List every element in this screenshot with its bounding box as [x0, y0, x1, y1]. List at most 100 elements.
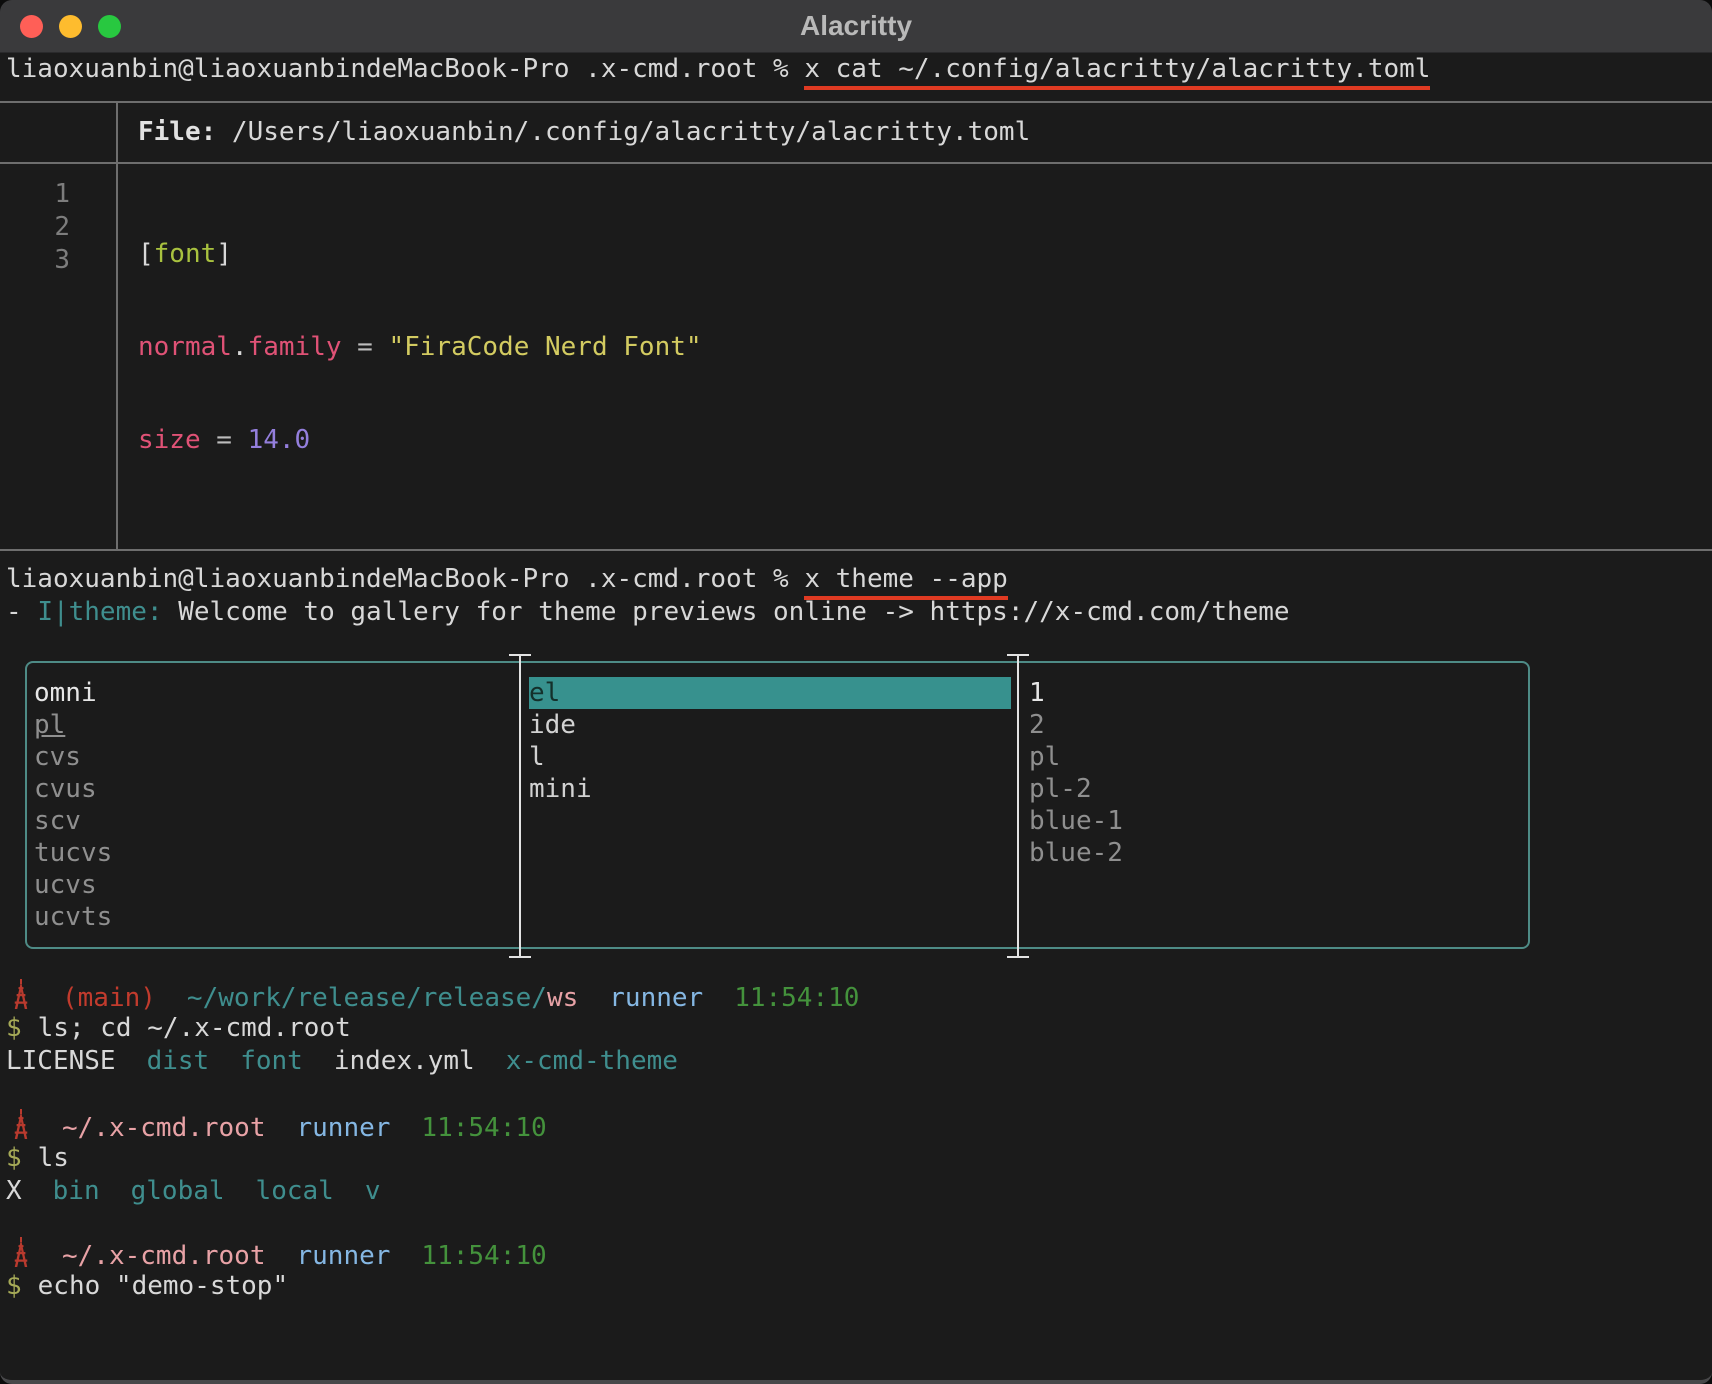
cwd-path: ~/.x-cmd.root: [62, 1241, 266, 1271]
theme-item-2[interactable]: 2: [1029, 709, 1528, 741]
ls-output: LICENSE dist font index.yml x-cmd-theme: [0, 1045, 1712, 1078]
ls-entry-dir: bin: [52, 1176, 100, 1206]
titlebar[interactable]: Alacritty: [0, 0, 1712, 53]
selector-column-variants: el ide l mini: [521, 663, 1019, 947]
theme-item-blue-1[interactable]: blue-1: [1029, 805, 1528, 837]
ls-entry-file: LICENSE: [6, 1046, 116, 1076]
ls-output: Xbin global local v: [0, 1175, 1712, 1208]
dot: .: [231, 332, 248, 362]
theme-item-cvus[interactable]: cvus: [34, 773, 521, 805]
bat-line-numbers: 1 2 3: [0, 164, 118, 549]
toml-key: normal: [138, 332, 232, 362]
shell-command: ls; cd ~/.x-cmd.root: [37, 1013, 351, 1043]
theme-item-tucvs[interactable]: tucvs: [34, 837, 521, 869]
ls-entry-file: X: [6, 1176, 22, 1206]
theme-item-l[interactable]: l: [529, 741, 1019, 773]
toml-key: size: [138, 425, 201, 455]
theme-item-1[interactable]: 1: [1029, 677, 1528, 709]
selector-column-versions: 1 2 pl pl-2 blue-1 blue-2: [1019, 663, 1528, 947]
shell-command-line: $ ls: [0, 1142, 1712, 1175]
prompt-line-2: liaoxuanbin@liaoxuanbindeMacBook-Pro .x-…: [0, 563, 1712, 600]
bat-header: File: /Users/liaoxuanbin/.config/alacrit…: [0, 103, 1712, 164]
bat-header-body: File: /Users/liaoxuanbin/.config/alacrit…: [118, 103, 1030, 162]
timestamp: 11:54:10: [421, 1113, 547, 1143]
prompt-symbol: $: [6, 1013, 22, 1043]
shell-command: echo "demo-stop": [37, 1271, 289, 1301]
bat-code-body: [font] normal.family = "FiraCode Nerd Fo…: [118, 164, 702, 549]
shell-prompt: ~/.x-cmd.root runner 11:54:10: [0, 1237, 1712, 1271]
selector-column-families: omni pl cvs cvus scv tucvs ucvs ucvts: [27, 663, 521, 947]
prompt-host: liaoxuanbin@liaoxuanbindeMacBook-Pro .x-…: [6, 54, 805, 84]
ls-entry-file: index.yml: [333, 1046, 475, 1076]
toml-number: 14.0: [247, 425, 311, 455]
line-number: 2: [54, 212, 70, 242]
bracket: ]: [216, 239, 232, 269]
theme-label: I|theme:: [37, 597, 163, 627]
shell-command-line: $ echo "demo-stop": [0, 1270, 1712, 1303]
theme-item-ide[interactable]: ide: [529, 709, 1019, 741]
ls-entry-dir: dist: [146, 1046, 210, 1076]
line-number: 1: [54, 179, 70, 209]
shell-command-line: $ ls; cd ~/.x-cmd.root: [0, 1012, 1712, 1045]
cwd-path-prefix: ~/work/release/release/: [186, 983, 547, 1013]
theme-item-ucvs[interactable]: ucvs: [34, 869, 521, 901]
prompt-symbol: $: [6, 1271, 22, 1301]
toml-key: family: [247, 332, 342, 362]
code-line: size = 14.0: [138, 424, 702, 457]
toml-section: font: [153, 239, 217, 269]
selector-divider: [509, 654, 531, 958]
theme-info-line: - I|theme: Welcome to gallery for theme …: [0, 596, 1712, 629]
ls-entry-dir: local: [255, 1176, 334, 1206]
window-title: Alacritty: [799, 10, 913, 41]
bat-file-view: File: /Users/liaoxuanbin/.config/alacrit…: [0, 101, 1712, 551]
theme-item-cvs[interactable]: cvs: [34, 741, 521, 773]
cwd-path: ~/.x-cmd.root: [62, 1113, 266, 1143]
theme-item-pl-v[interactable]: pl: [1029, 741, 1528, 773]
theme-item-mini[interactable]: mini: [529, 773, 1019, 805]
theme-item-omni[interactable]: omni: [34, 677, 521, 709]
code-line: normal.family = "FiraCode Nerd Font": [138, 331, 702, 364]
user-name: runner: [296, 1113, 391, 1143]
theme-message: Welcome to gallery for theme previews on…: [162, 597, 1290, 627]
equals: =: [200, 425, 248, 455]
theme-item-blue-2[interactable]: blue-2: [1029, 837, 1528, 869]
shell-block-2: ~/.x-cmd.root runner 11:54:10 $ ls Xbin glob…: [0, 1109, 1712, 1208]
selector-divider: [1007, 654, 1029, 958]
ls-entry-dir: v: [364, 1176, 381, 1206]
ls-entry-dir: font: [240, 1046, 303, 1076]
bat-header-gutter: [0, 103, 118, 162]
prompt-line-1: liaoxuanbin@liaoxuanbindeMacBook-Pro .x-…: [0, 53, 1712, 90]
shell-prompt: (main) ~/work/release/release/ws runner 11:…: [0, 979, 1712, 1013]
user-name: runner: [296, 1241, 391, 1271]
cwd-path: ~/work/release/release/ws: [187, 983, 578, 1013]
git-branch: (main): [62, 983, 156, 1013]
terminal-content: liaoxuanbin@liaoxuanbindeMacBook-Pro .x-…: [0, 53, 1712, 1303]
theme-item-pl[interactable]: pl: [34, 709, 521, 741]
equals: =: [341, 332, 389, 362]
dash: -: [6, 597, 38, 627]
command-cat: x cat ~/.config/alacritty/alacritty.toml: [804, 54, 1431, 90]
theme-item-ucvts[interactable]: ucvts: [34, 901, 521, 933]
timestamp: 11:54:10: [734, 983, 860, 1013]
shell-block-1: (main) ~/work/release/release/ws runner 11:…: [0, 979, 1712, 1078]
bat-code: 1 2 3 [font] normal.family = "FiraCode N…: [0, 164, 1712, 549]
prompt-symbol: $: [6, 1143, 22, 1173]
toml-string: "FiraCode Nerd Font": [388, 332, 702, 362]
theme-item-pl-2[interactable]: pl-2: [1029, 773, 1528, 805]
file-path: /Users/liaoxuanbin/.config/alacritty/ala…: [231, 117, 1031, 147]
cwd-path-last: ws: [546, 983, 579, 1013]
ls-entry-dir: x-cmd-theme: [505, 1046, 678, 1076]
timestamp: 11:54:10: [421, 1241, 547, 1271]
theme-item-scv[interactable]: scv: [34, 805, 521, 837]
user-name: runner: [609, 983, 704, 1013]
theme-item-el-selected[interactable]: el: [529, 677, 1011, 709]
command-theme: x theme --app: [804, 564, 1008, 600]
prompt-host: liaoxuanbin@liaoxuanbindeMacBook-Pro .x-…: [6, 564, 805, 594]
theme-selector: omni pl cvs cvus scv tucvs ucvs ucvts el…: [25, 654, 1530, 958]
code-line: [font]: [138, 238, 702, 271]
ls-entry-dir: global: [130, 1176, 225, 1206]
shell-command: ls: [37, 1143, 69, 1173]
alacritty-window: Alacritty liaoxuanbin@liaoxuanbindeMacBo…: [0, 0, 1712, 1384]
line-number: 3: [54, 245, 70, 275]
shell-block-3: ~/.x-cmd.root runner 11:54:10 $ echo "demo-…: [0, 1237, 1712, 1303]
